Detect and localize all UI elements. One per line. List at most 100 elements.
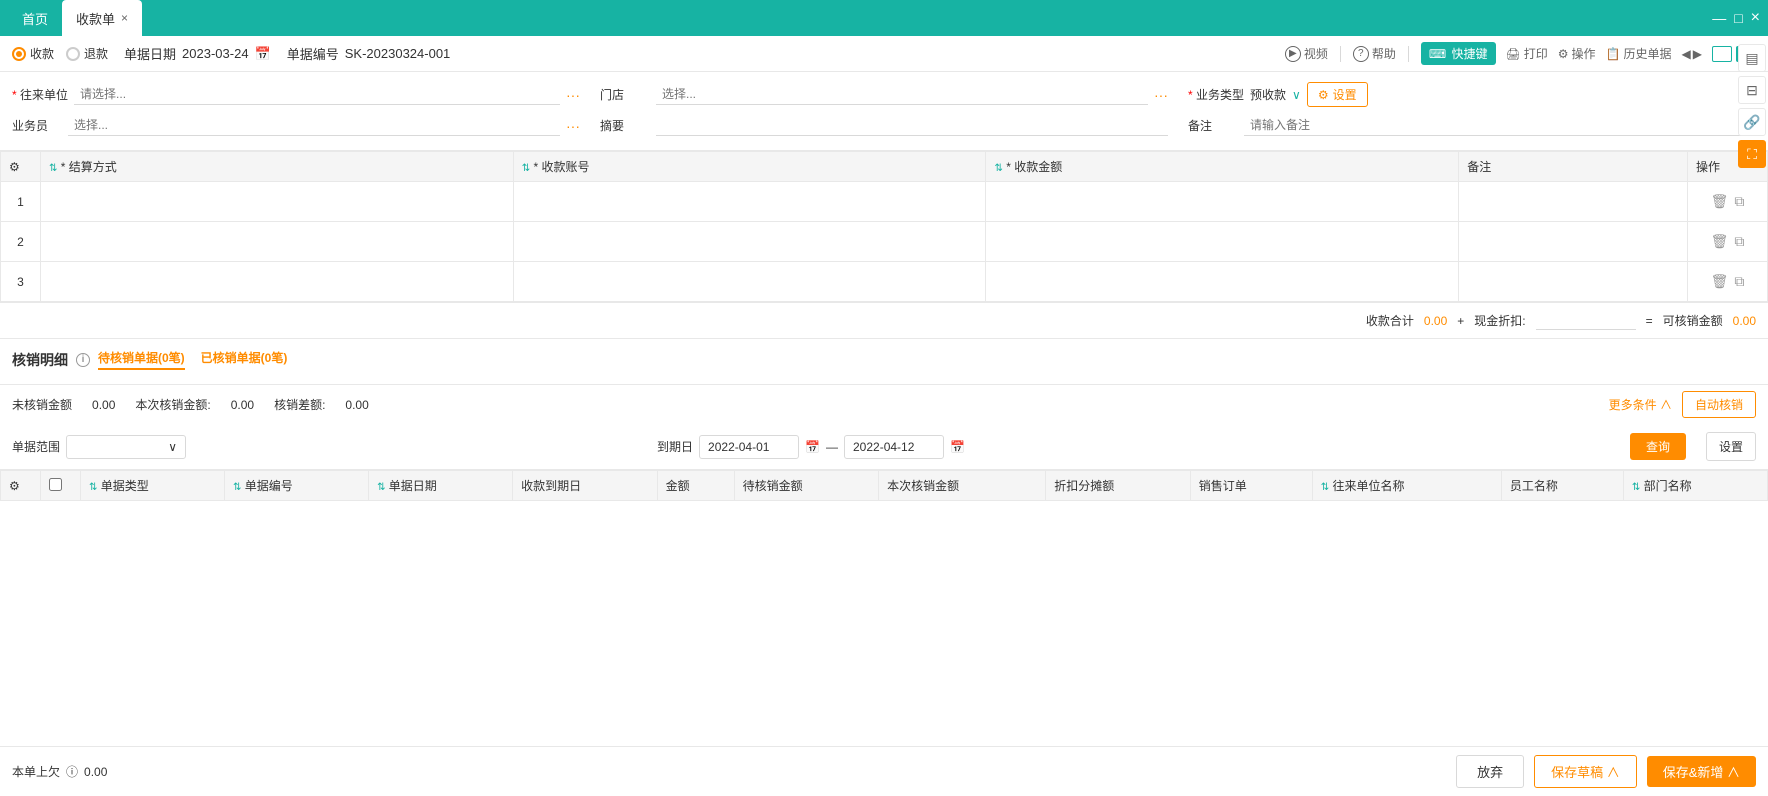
doc-number-label: 单据编号 bbox=[287, 44, 339, 63]
bottom-col-duedate: 收款到期日 bbox=[513, 471, 658, 501]
window-close-btn[interactable]: × bbox=[1751, 9, 1760, 27]
staff-input[interactable] bbox=[68, 115, 560, 136]
help-icon: ? bbox=[1353, 46, 1369, 62]
sidebar-list-icon[interactable]: ⊟ bbox=[1738, 76, 1766, 104]
bottom-col-staff: 员工名称 bbox=[1501, 471, 1623, 501]
date-calendar-icon[interactable]: 📅 bbox=[255, 46, 271, 62]
radio-refund[interactable]: 退款 bbox=[66, 45, 108, 62]
history-btn[interactable]: 📋 历史单据 bbox=[1606, 45, 1672, 62]
business-type-value: 预收款 bbox=[1250, 86, 1286, 103]
shortcut-icon: ⌨ bbox=[1429, 47, 1446, 61]
copy-icon[interactable]: ⧉ bbox=[1734, 273, 1744, 290]
end-date-input[interactable] bbox=[844, 435, 944, 459]
receipt-table: ⚙ ⇅ * 结算方式 ⇅ * 收款账号 ⇅ * 收款金额 备注 操作 bbox=[0, 151, 1768, 302]
layout-list-icon[interactable] bbox=[1712, 46, 1732, 62]
delete-icon[interactable]: 🗑 bbox=[1711, 273, 1729, 290]
col-pay-method-header: ⇅ * 结算方式 bbox=[41, 152, 514, 182]
nav-arrows: ◀ ▶ bbox=[1682, 47, 1702, 61]
remark-cell[interactable] bbox=[1459, 182, 1688, 222]
writeoff-section-header: 核销明细 i 待核销单据(0笔) 已核销单据(0笔) bbox=[0, 339, 1768, 385]
help-btn[interactable]: ? 帮助 bbox=[1353, 45, 1396, 62]
operation-btn[interactable]: ⚙ 操作 bbox=[1558, 45, 1596, 62]
this-doc-info-icon[interactable]: ⓘ bbox=[66, 763, 78, 780]
stats-row: 未核销金额 0.00 本次核销金额: 0.00 核销差额: 0.00 更多条件 … bbox=[0, 385, 1768, 424]
settings-btn[interactable]: ⚙ 设置 bbox=[1307, 82, 1368, 107]
amount-cell[interactable] bbox=[986, 262, 1459, 302]
completed-tab[interactable]: 已核销单据(0笔) bbox=[201, 349, 288, 370]
video-btn[interactable]: ▶ 视频 bbox=[1285, 45, 1328, 62]
radio-receipt-label: 收款 bbox=[30, 45, 54, 62]
summary-input[interactable] bbox=[656, 115, 1168, 136]
start-date-input[interactable] bbox=[699, 435, 799, 459]
window-controls: — □ × bbox=[1712, 9, 1760, 27]
account-cell[interactable] bbox=[513, 262, 986, 302]
writeoff-tabs: 待核销单据(0笔) 已核销单据(0笔) bbox=[98, 349, 287, 370]
pay-method-cell[interactable] bbox=[41, 222, 514, 262]
bottom-col-checkbox[interactable] bbox=[41, 471, 81, 501]
col-settings-header[interactable]: ⚙ bbox=[1, 152, 41, 182]
operation-icon: ⚙ bbox=[1558, 47, 1569, 61]
auto-writeoff-btn[interactable]: 自动核销 bbox=[1682, 391, 1756, 418]
current-writeoff-value: 0.00 bbox=[231, 398, 254, 412]
bottom-col-dept: ⇅ 部门名称 bbox=[1623, 471, 1767, 501]
account-cell[interactable] bbox=[513, 222, 986, 262]
shortcut-btn[interactable]: ⌨ 快捷键 bbox=[1421, 42, 1496, 65]
store-more-btn[interactable]: ··· bbox=[1154, 87, 1168, 103]
col-remark-header: 备注 bbox=[1459, 152, 1688, 182]
col-account-header: ⇅ * 收款账号 bbox=[513, 152, 986, 182]
diff-value: 0.00 bbox=[345, 398, 368, 412]
date-range-field: 到期日 📅 — 📅 bbox=[657, 435, 965, 459]
discount-input[interactable] bbox=[1536, 311, 1636, 330]
search-setting-btn[interactable]: 设置 bbox=[1706, 432, 1756, 461]
nav-next-btn[interactable]: ▶ bbox=[1693, 47, 1702, 61]
sidebar-table-icon[interactable]: ▤ bbox=[1738, 44, 1766, 72]
counterparty-label: 往来单位 bbox=[12, 86, 68, 103]
counterparty-field: 往来单位 ··· bbox=[12, 84, 580, 105]
sidebar-link-icon[interactable]: 🔗 bbox=[1738, 108, 1766, 136]
account-cell[interactable] bbox=[513, 182, 986, 222]
start-date-icon[interactable]: 📅 bbox=[805, 440, 820, 454]
bottom-col-pending: 待核销金额 bbox=[734, 471, 879, 501]
window-maximize-btn[interactable]: □ bbox=[1734, 10, 1742, 26]
net-amount-label: 可核销金额 bbox=[1663, 312, 1723, 329]
writeoff-info-icon[interactable]: i bbox=[76, 353, 90, 367]
amount-cell[interactable] bbox=[986, 182, 1459, 222]
tab-home[interactable]: 首页 bbox=[8, 0, 62, 36]
pay-method-cell[interactable] bbox=[41, 262, 514, 302]
remark-cell[interactable] bbox=[1459, 262, 1688, 302]
radio-receipt[interactable]: 收款 bbox=[12, 45, 54, 62]
delete-icon[interactable]: 🗑 bbox=[1711, 233, 1729, 250]
delete-icon[interactable]: 🗑 bbox=[1711, 193, 1729, 210]
pay-method-cell[interactable] bbox=[41, 182, 514, 222]
remark-cell[interactable] bbox=[1459, 222, 1688, 262]
business-type-chevron[interactable]: ∨ bbox=[1292, 88, 1301, 102]
nav-prev-btn[interactable]: ◀ bbox=[1682, 47, 1691, 61]
tab-receipt[interactable]: 收款单 × bbox=[62, 0, 142, 36]
abandon-btn[interactable]: 放弃 bbox=[1456, 755, 1524, 788]
tab-receipt-close[interactable]: × bbox=[121, 11, 128, 25]
end-date-icon[interactable]: 📅 bbox=[950, 440, 965, 454]
counterparty-more-btn[interactable]: ··· bbox=[566, 87, 580, 103]
counterparty-input[interactable] bbox=[74, 84, 560, 105]
copy-icon[interactable]: ⧉ bbox=[1734, 193, 1744, 210]
save-new-btn[interactable]: 保存&新增 ∧ bbox=[1647, 756, 1756, 787]
range-select[interactable]: ∨ bbox=[66, 435, 186, 459]
save-draft-btn[interactable]: 保存草稿 ∧ bbox=[1534, 755, 1637, 788]
save-new-label: 保存&新增 ∧ bbox=[1663, 762, 1740, 781]
window-minimize-btn[interactable]: — bbox=[1712, 10, 1726, 26]
query-btn[interactable]: 查询 bbox=[1630, 433, 1686, 460]
amount-cell[interactable] bbox=[986, 222, 1459, 262]
staff-more-btn[interactable]: ··· bbox=[566, 118, 580, 134]
more-conditions-btn[interactable]: 更多条件 ∧ bbox=[1609, 396, 1672, 413]
sidebar-expand-icon[interactable]: ⛶ bbox=[1738, 140, 1766, 168]
remark-input[interactable] bbox=[1244, 115, 1756, 136]
action-cell: 🗑 ⧉ bbox=[1688, 182, 1768, 222]
pending-tab[interactable]: 待核销单据(0笔) bbox=[98, 349, 185, 370]
copy-icon[interactable]: ⧉ bbox=[1734, 233, 1744, 250]
store-input[interactable] bbox=[656, 84, 1148, 105]
bottom-col-settings[interactable]: ⚙ bbox=[1, 471, 41, 501]
print-btn[interactable]: 🖨 打印 bbox=[1506, 45, 1548, 62]
summary-row: 收款合计 0.00 + 现金折扣: = 可核销金额 0.00 bbox=[0, 303, 1768, 339]
select-all-checkbox[interactable] bbox=[49, 478, 62, 491]
range-field: 单据范围 ∨ bbox=[12, 435, 637, 459]
